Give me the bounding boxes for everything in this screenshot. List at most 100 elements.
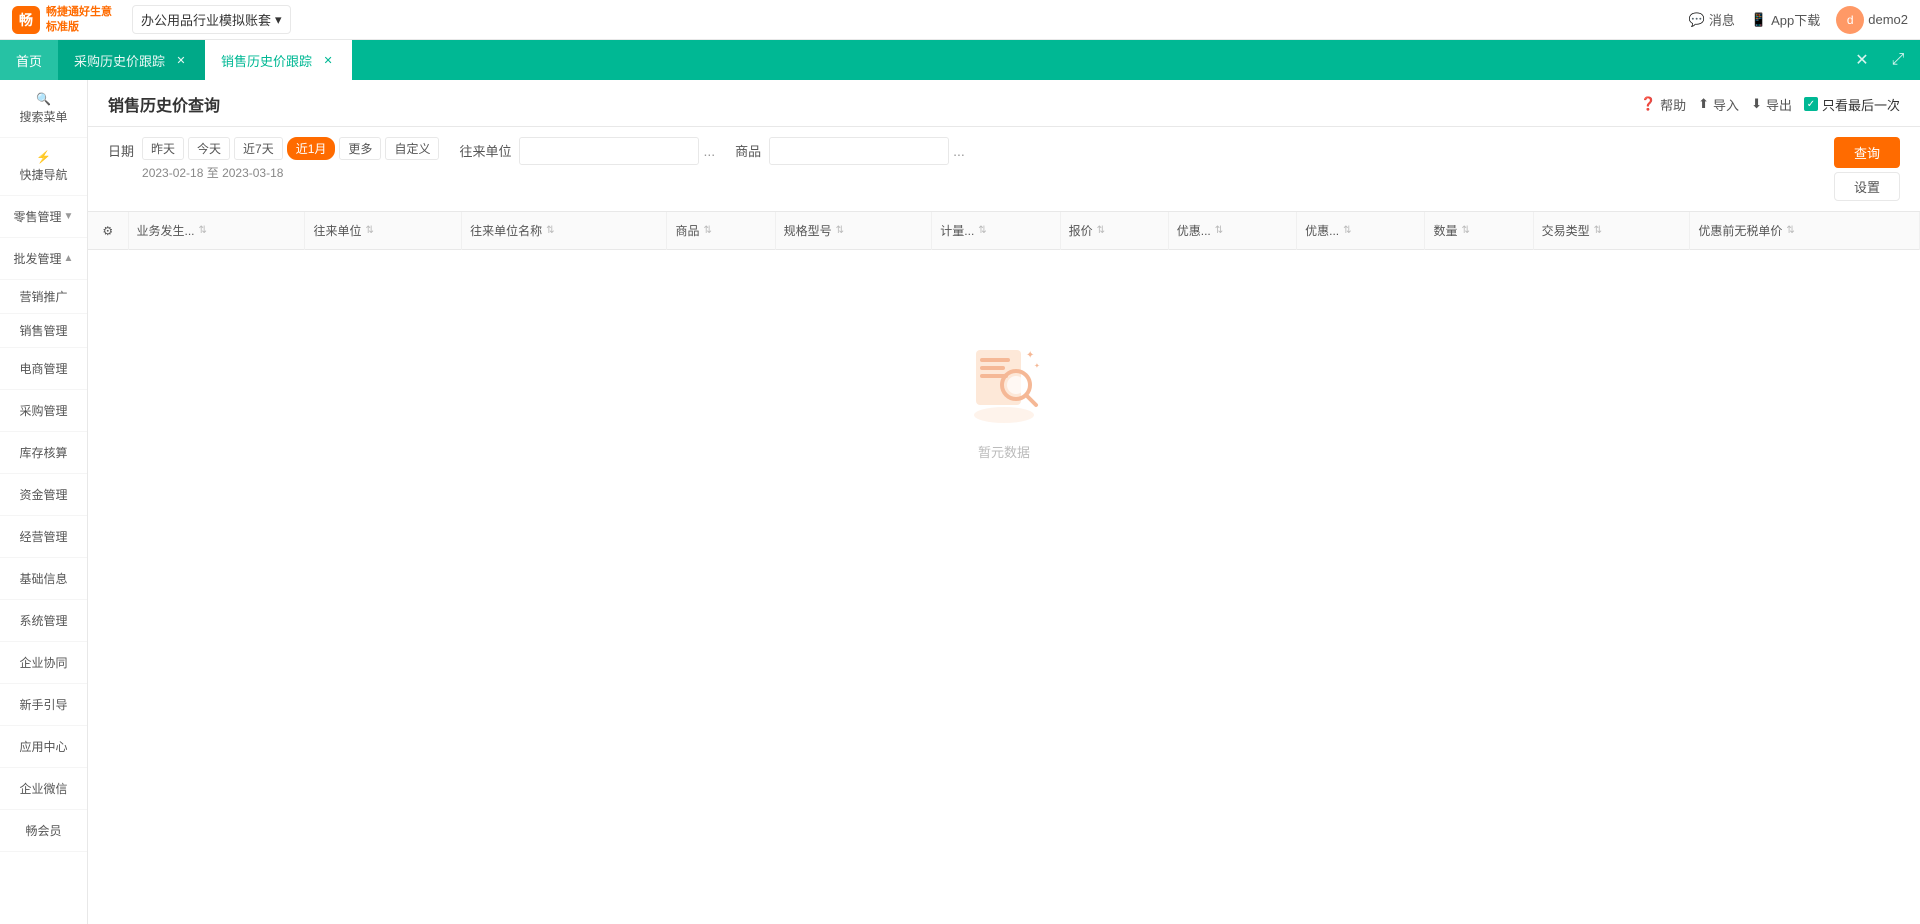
sort-icon-partner-code[interactable]: ⇅ xyxy=(365,225,373,236)
sidebar-item-quicknav[interactable]: ⚡ 快捷导航 xyxy=(0,138,87,196)
table-header-row: ⚙ 业务发生... ⇅ 往来单位 ⇅ xyxy=(88,212,1920,250)
col-unit: 计量... ⇅ xyxy=(932,212,1060,250)
sidebar-item-operations[interactable]: 经营管理 xyxy=(0,516,87,558)
close-window-btn[interactable]: ✕ xyxy=(1848,46,1876,74)
sidebar-item-retail[interactable]: 零售管理 ▼ xyxy=(0,196,87,238)
sidebar-item-purchase[interactable]: 采购管理 xyxy=(0,390,87,432)
col-deal-type: 交易类型 ⇅ xyxy=(1533,212,1690,250)
import-btn[interactable]: ⬆ 导入 xyxy=(1698,95,1739,114)
product-input[interactable] xyxy=(769,137,949,165)
date-btn-1month[interactable]: 近1月 xyxy=(287,137,336,160)
sort-icon-pretax[interactable]: ⇅ xyxy=(1786,225,1794,236)
sort-icon-spec[interactable]: ⇅ xyxy=(836,225,844,236)
sidebar-item-member[interactable]: 畅会员 xyxy=(0,810,87,852)
tab-close-purchase[interactable]: ✕ xyxy=(173,52,189,68)
download-action[interactable]: 📱 App下载 xyxy=(1751,10,1820,29)
sidebar-item-finance[interactable]: 资金管理 xyxy=(0,474,87,516)
tab-home[interactable]: 首页 xyxy=(0,40,58,80)
col-quote-price: 报价 ⇅ xyxy=(1060,212,1168,250)
product-filter-group: 商品 ... xyxy=(735,137,965,165)
sort-icon-quote[interactable]: ⇅ xyxy=(1097,225,1105,236)
customer-input[interactable] xyxy=(519,137,699,165)
tab-purchase-history[interactable]: 采购历史价跟踪 ✕ xyxy=(58,40,205,80)
date-btn-today[interactable]: 今天 xyxy=(188,137,230,160)
settings-gear-icon[interactable]: ⚙ xyxy=(102,224,113,238)
col-partner-name: 往来单位名称 ⇅ xyxy=(462,212,667,250)
tab-close-sales[interactable]: ✕ xyxy=(320,52,336,68)
chevron-up-icon: ▲ xyxy=(64,253,74,264)
col-pretax-price: 优惠前无税单价 ⇅ xyxy=(1690,212,1920,250)
product-picker-btn[interactable]: ... xyxy=(953,143,965,159)
date-btn-group: 昨天 今天 近7天 近1月 更多 自定义 xyxy=(142,137,439,160)
help-btn[interactable]: ❓ 帮助 xyxy=(1640,95,1686,114)
page-actions: ❓ 帮助 ⬆ 导入 ⬇ 导出 ✓ 只看最后一次 xyxy=(1640,95,1900,114)
svg-text:✦: ✦ xyxy=(1034,362,1040,370)
logo-icon: 畅 xyxy=(12,6,40,34)
top-bar: 畅 畅捷通好生意 标准版 办公用品行业模拟账套 ▾ 💬 消息 📱 App下载 d… xyxy=(0,0,1920,40)
date-btn-more[interactable]: 更多 xyxy=(339,137,381,160)
user-action[interactable]: d demo2 xyxy=(1836,6,1908,34)
customer-filter-group: 往来单位 ... xyxy=(459,137,715,165)
sidebar-item-marketing[interactable]: 营销推广 xyxy=(0,280,87,314)
customer-picker-btn[interactable]: ... xyxy=(703,143,715,159)
empty-text: 暂元数据 xyxy=(978,442,1030,461)
page-header: 销售历史价查询 ❓ 帮助 ⬆ 导入 ⬇ 导出 ✓ xyxy=(88,80,1920,127)
app-selector[interactable]: 办公用品行业模拟账套 ▾ xyxy=(132,5,291,34)
product-input-area: ... xyxy=(769,137,965,165)
sort-icon-unit[interactable]: ⇅ xyxy=(978,225,986,236)
sidebar-item-app-center[interactable]: 应用中心 xyxy=(0,726,87,768)
message-action[interactable]: 💬 消息 xyxy=(1689,10,1735,29)
sort-icon-partner-name[interactable]: ⇅ xyxy=(546,225,554,236)
sidebar-item-enterprise[interactable]: 企业协同 xyxy=(0,642,87,684)
filter-btn-group: 查询 设置 xyxy=(1834,137,1900,201)
help-icon: ❓ xyxy=(1640,96,1656,112)
sort-icon-discount1[interactable]: ⇅ xyxy=(1215,225,1223,236)
sidebar-item-basic-info[interactable]: 基础信息 xyxy=(0,558,87,600)
date-btn-7days[interactable]: 近7天 xyxy=(234,137,283,160)
date-options: 昨天 今天 近7天 近1月 更多 自定义 2023-02-18 至 2023-0… xyxy=(142,137,439,181)
nav-icon: ⚡ xyxy=(36,150,51,164)
last-only-checkbox-area[interactable]: ✓ 只看最后一次 xyxy=(1804,95,1900,114)
sidebar-item-system[interactable]: 系统管理 xyxy=(0,600,87,642)
data-table: ⚙ 业务发生... ⇅ 往来单位 ⇅ xyxy=(88,212,1920,250)
page-title-row: 销售历史价查询 ❓ 帮助 ⬆ 导入 ⬇ 导出 ✓ xyxy=(108,92,1900,126)
download-icon: 📱 xyxy=(1751,12,1767,28)
export-icon: ⬇ xyxy=(1751,96,1762,112)
tab-bar-right: ✕ ⤢ xyxy=(1848,46,1920,74)
search-icon: 🔍 xyxy=(36,92,51,106)
last-only-checkbox[interactable]: ✓ xyxy=(1804,97,1818,111)
sidebar-item-search[interactable]: 🔍 搜索菜单 xyxy=(0,80,87,138)
date-filter-group: 日期 昨天 今天 近7天 近1月 更多 自定义 2023-02-18 至 202… xyxy=(108,137,439,181)
export-btn[interactable]: ⬇ 导出 xyxy=(1751,95,1792,114)
sort-icon-quantity[interactable]: ⇅ xyxy=(1462,225,1470,236)
query-button[interactable]: 查询 xyxy=(1834,137,1900,168)
sidebar-item-ecommerce[interactable]: 电商管理 xyxy=(0,348,87,390)
date-btn-custom[interactable]: 自定义 xyxy=(385,137,439,160)
table-container: ⚙ 业务发生... ⇅ 往来单位 ⇅ xyxy=(88,212,1920,924)
main-layout: 🔍 搜索菜单 ⚡ 快捷导航 零售管理 ▼ 批发管理 ▲ 营销推广 销售管理 电商… xyxy=(0,80,1920,924)
sort-icon-product[interactable]: ⇅ xyxy=(703,225,711,236)
sidebar-item-wechat[interactable]: 企业微信 xyxy=(0,768,87,810)
sidebar-item-sales-manage[interactable]: 销售管理 xyxy=(0,314,87,348)
col-spec: 规格型号 ⇅ xyxy=(775,212,932,250)
col-discount2: 优惠... ⇅ xyxy=(1297,212,1425,250)
sort-icon-discount2[interactable]: ⇅ xyxy=(1343,225,1351,236)
maximize-window-btn[interactable]: ⤢ xyxy=(1884,46,1912,74)
top-bar-right: 💬 消息 📱 App下载 d demo2 xyxy=(1689,6,1908,34)
logo-area: 畅 畅捷通好生意 标准版 xyxy=(12,5,112,34)
sidebar-item-inventory[interactable]: 库存核算 xyxy=(0,432,87,474)
sort-icon-deal-type[interactable]: ⇅ xyxy=(1594,225,1602,236)
sidebar-item-newbie[interactable]: 新手引导 xyxy=(0,684,87,726)
sidebar-item-wholesale[interactable]: 批发管理 ▲ xyxy=(0,238,87,280)
settings-button[interactable]: 设置 xyxy=(1834,172,1900,201)
col-biz-date: 业务发生... ⇅ xyxy=(128,212,305,250)
col-product: 商品 ⇅ xyxy=(667,212,775,250)
sort-icon-biz-date[interactable]: ⇅ xyxy=(199,225,207,236)
sidebar: 🔍 搜索菜单 ⚡ 快捷导航 零售管理 ▼ 批发管理 ▲ 营销推广 销售管理 电商… xyxy=(0,80,88,924)
tab-sales-history[interactable]: 销售历史价跟踪 ✕ xyxy=(205,40,352,80)
logo-text: 畅捷通好生意 标准版 xyxy=(46,5,112,34)
page-title: 销售历史价查询 xyxy=(108,92,220,116)
col-partner-code: 往来单位 ⇅ xyxy=(305,212,462,250)
chevron-down-icon: ▾ xyxy=(275,12,282,28)
date-btn-yesterday[interactable]: 昨天 xyxy=(142,137,184,160)
